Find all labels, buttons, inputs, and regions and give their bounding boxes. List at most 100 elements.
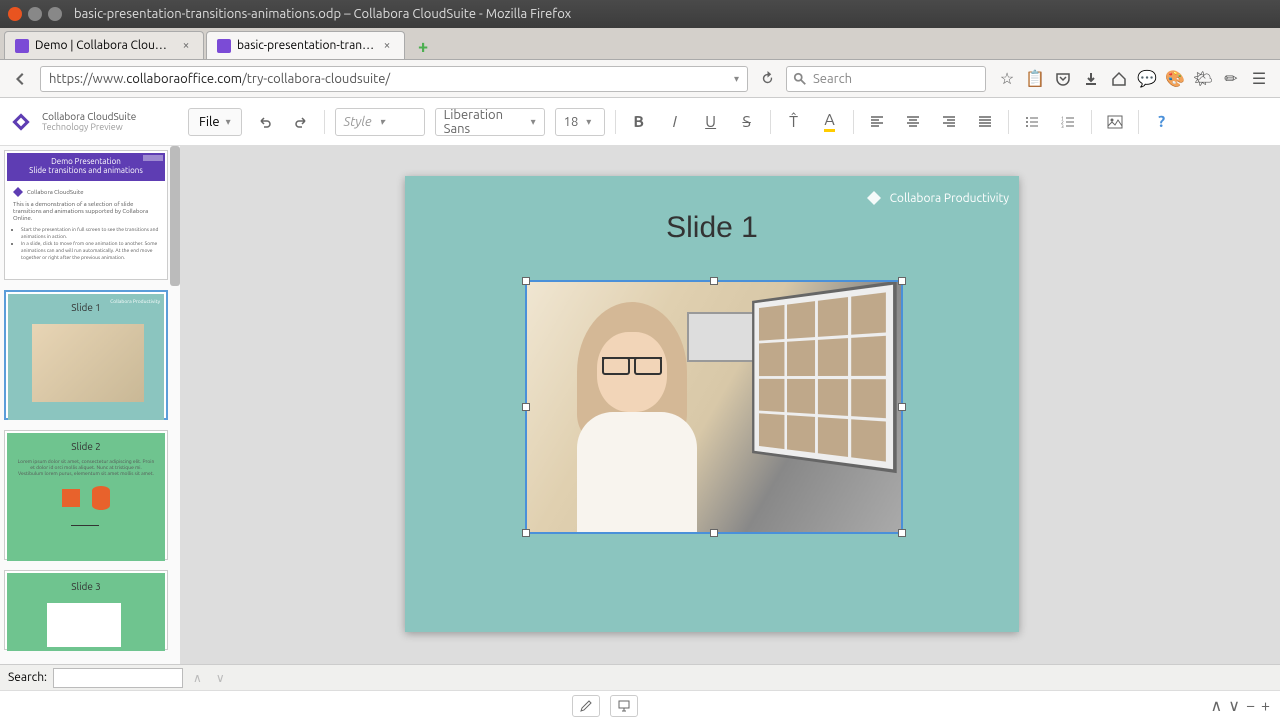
bookmark-star-icon[interactable]: ☆ xyxy=(998,70,1016,88)
window-minimize-button[interactable] xyxy=(28,7,42,21)
zoom-up-button[interactable]: ∧ xyxy=(1211,696,1223,715)
slide-title[interactable]: Slide 1 xyxy=(405,176,1019,245)
bold-button[interactable]: B xyxy=(626,109,652,135)
file-menu[interactable]: File ▾ xyxy=(188,108,242,136)
close-tab-icon[interactable]: × xyxy=(380,39,394,53)
resize-handle[interactable] xyxy=(522,277,530,285)
browser-toolbar-icons: ☆ 📋 💬 🎨 🌤 ✏ ☰ xyxy=(992,70,1274,88)
align-center-icon xyxy=(906,115,920,129)
resize-handle[interactable] xyxy=(898,529,906,537)
clipboard-icon[interactable]: 📋 xyxy=(1026,70,1044,88)
thumb-brand: Collabora CloudSuite xyxy=(27,189,84,196)
insert-image-button[interactable] xyxy=(1102,109,1128,135)
underline-button[interactable]: U xyxy=(698,109,724,135)
undo-button[interactable] xyxy=(252,109,278,135)
align-center-button[interactable] xyxy=(900,109,926,135)
find-input[interactable] xyxy=(53,668,183,688)
caret-down-icon: ▾ xyxy=(531,116,536,128)
browser-tab[interactable]: Demo | Collabora Cloud… × xyxy=(4,31,204,59)
help-button[interactable]: ? xyxy=(1149,109,1175,135)
file-label: File xyxy=(199,115,220,129)
weather-icon[interactable]: 🌤 xyxy=(1194,70,1212,88)
align-left-button[interactable] xyxy=(864,109,890,135)
chat-icon[interactable]: 💬 xyxy=(1138,70,1156,88)
slide-thumbnail[interactable]: Slide 2 Lorem ipsum dolor sit amet, cons… xyxy=(4,430,168,560)
strike-button[interactable]: S xyxy=(734,109,760,135)
font-effects-icon: T̂ xyxy=(789,113,798,131)
window-controls xyxy=(8,7,62,21)
slide-thumbnail[interactable]: Collabora Productivity Slide 1 xyxy=(4,290,168,420)
edit-mode-button[interactable] xyxy=(572,695,600,717)
app-toolbar: Collabora CloudSuite Technology Preview … xyxy=(0,98,1280,146)
selected-image-frame[interactable] xyxy=(525,280,903,534)
resize-handle[interactable] xyxy=(898,403,906,411)
find-bar: Search: ∧ ∨ xyxy=(0,664,1280,690)
font-select[interactable]: Liberation Sans▾ xyxy=(435,108,545,136)
resize-handle[interactable] xyxy=(522,403,530,411)
pocket-icon[interactable] xyxy=(1054,70,1072,88)
font-effects-button[interactable]: T̂ xyxy=(781,109,807,135)
menu-icon[interactable]: ☰ xyxy=(1250,70,1268,88)
corner-logo-icon xyxy=(864,188,884,208)
find-next-button[interactable]: ∨ xyxy=(212,671,229,685)
align-left-icon xyxy=(870,115,884,129)
zoom-down-button[interactable]: ∨ xyxy=(1228,696,1240,715)
search-box[interactable]: Search xyxy=(786,66,986,92)
italic-button[interactable]: I xyxy=(662,109,688,135)
close-tab-icon[interactable]: × xyxy=(179,39,193,53)
resize-handle[interactable] xyxy=(710,529,718,537)
resize-handle[interactable] xyxy=(522,529,530,537)
search-label: Search: xyxy=(8,671,47,684)
favicon-icon xyxy=(15,39,29,53)
highlight-button[interactable]: A xyxy=(817,109,843,135)
browser-tab[interactable]: basic-presentation-tran… × xyxy=(206,31,405,59)
slide-image[interactable] xyxy=(527,282,901,532)
paint-icon[interactable]: 🎨 xyxy=(1166,70,1184,88)
window-close-button[interactable] xyxy=(8,7,22,21)
scrollbar[interactable] xyxy=(170,146,180,286)
slide-thumbnail[interactable]: Slide 3 xyxy=(4,570,168,650)
slide-panel[interactable]: Demo Presentation Slide transitions and … xyxy=(0,146,180,664)
separator xyxy=(1008,110,1009,134)
slide-thumbnail[interactable]: Demo Presentation Slide transitions and … xyxy=(4,150,168,280)
resize-handle[interactable] xyxy=(898,277,906,285)
find-prev-button[interactable]: ∧ xyxy=(189,671,206,685)
home-icon[interactable] xyxy=(1110,70,1128,88)
dev-icon[interactable]: ✏ xyxy=(1222,70,1240,88)
font-size-select[interactable]: 18▾ xyxy=(555,108,605,136)
main-area: Demo Presentation Slide transitions and … xyxy=(0,146,1280,664)
url-bar[interactable]: https://www.collaboraoffice.com/try-coll… xyxy=(40,66,748,92)
separator xyxy=(615,110,616,134)
align-justify-button[interactable] xyxy=(972,109,998,135)
thumb-title: Slide 2 xyxy=(7,433,165,452)
thumb-desc: This is a demonstration of a selection o… xyxy=(13,201,159,222)
thumb-corner: Collabora Productivity xyxy=(110,298,160,304)
caret-down-icon: ▾ xyxy=(586,116,591,128)
redo-icon xyxy=(293,114,309,130)
bullet-list-button[interactable] xyxy=(1019,109,1045,135)
url-dropdown-icon[interactable]: ▾ xyxy=(734,73,739,85)
slide-canvas[interactable]: Collabora Productivity Slide 1 xyxy=(405,176,1019,632)
number-list-icon: 123 xyxy=(1061,115,1075,129)
zoom-in-button[interactable]: + xyxy=(1261,697,1270,715)
window-maximize-button[interactable] xyxy=(48,7,62,21)
search-icon xyxy=(793,72,807,86)
downloads-icon[interactable] xyxy=(1082,70,1100,88)
align-justify-icon xyxy=(978,115,992,129)
reload-button[interactable] xyxy=(754,71,780,86)
highlight-icon: A xyxy=(824,111,834,132)
brand-name: Collabora CloudSuite xyxy=(42,111,136,122)
style-select[interactable]: Style▾ xyxy=(335,108,425,136)
new-tab-button[interactable]: + xyxy=(411,35,435,59)
browser-tabstrip: Demo | Collabora Cloud… × basic-presenta… xyxy=(0,28,1280,60)
redo-button[interactable] xyxy=(288,109,314,135)
number-list-button[interactable]: 123 xyxy=(1055,109,1081,135)
zoom-out-button[interactable]: − xyxy=(1246,697,1255,715)
canvas-area[interactable]: Collabora Productivity Slide 1 xyxy=(180,146,1280,664)
resize-handle[interactable] xyxy=(710,277,718,285)
corner-label: Collabora Productivity xyxy=(890,192,1009,205)
presentation-mode-button[interactable] xyxy=(610,695,638,717)
align-right-button[interactable] xyxy=(936,109,962,135)
back-button[interactable] xyxy=(6,65,34,93)
tab-label: basic-presentation-tran… xyxy=(237,39,374,52)
